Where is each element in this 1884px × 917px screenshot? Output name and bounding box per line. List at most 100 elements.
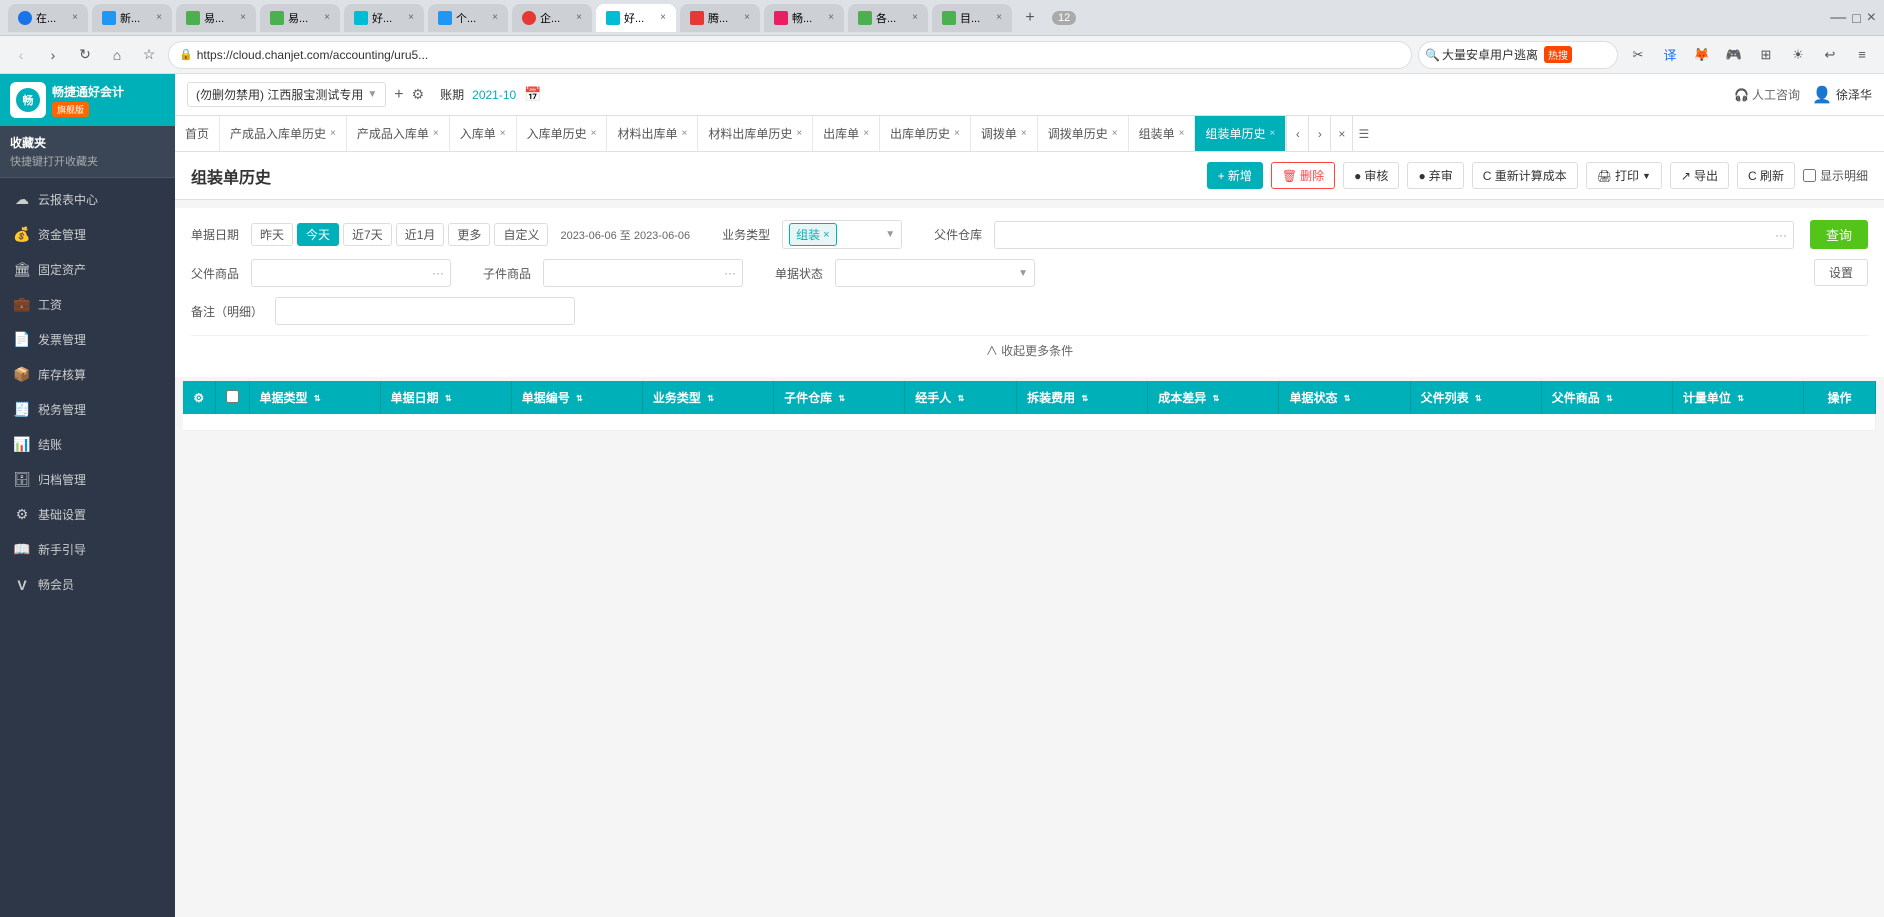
refresh-browser-button[interactable]: ↻ [72, 42, 98, 68]
browser-tab-10[interactable]: 各... × [848, 4, 928, 32]
back-button[interactable]: ‹ [8, 42, 34, 68]
tab-close-assembly[interactable]: × [1179, 128, 1185, 139]
game-icon[interactable]: 🎮 [1720, 41, 1748, 69]
child-goods-dots[interactable]: ··· [724, 266, 736, 280]
sidebar-item-payroll[interactable]: 💼 工资 [0, 287, 175, 322]
sort-biz-type-icon[interactable]: ⇅ [707, 395, 714, 403]
page-tab-transfer[interactable]: 调拨单 × [971, 116, 1038, 152]
sidebar-item-cloud-reports[interactable]: ☁ 云报表中心 [0, 182, 175, 217]
browser-tab-8[interactable]: 腾... × [680, 4, 760, 32]
sidebar-item-fund[interactable]: 💰 资金管理 [0, 217, 175, 252]
more-date-btn[interactable]: 更多 [448, 223, 490, 246]
window-close-btn[interactable]: × [1867, 9, 1876, 27]
tabs-next-btn[interactable]: › [1308, 116, 1330, 152]
custom-date-btn[interactable]: 自定义 [494, 223, 548, 246]
tab-close-5[interactable]: × [492, 12, 498, 23]
forward-button[interactable]: › [40, 42, 66, 68]
tab-close-0[interactable]: × [72, 12, 78, 23]
tab-close-10[interactable]: × [912, 12, 918, 23]
browser-tab-2[interactable]: 易... × [176, 4, 256, 32]
sidebar-item-closing[interactable]: 📊 结账 [0, 427, 175, 462]
tab-close-4[interactable]: × [408, 12, 414, 23]
calendar-icon[interactable]: 📅 [524, 86, 541, 103]
yesterday-btn[interactable]: 昨天 [251, 223, 293, 246]
browser-tab-5[interactable]: 个... × [428, 4, 508, 32]
window-maximize-btn[interactable]: □ [1852, 10, 1860, 26]
parent-goods-dots[interactable]: ··· [432, 266, 444, 280]
sort-cost-diff-icon[interactable]: ⇅ [1213, 395, 1220, 403]
sidebar-item-tax[interactable]: 🧾 税务管理 [0, 392, 175, 427]
abandon-button[interactable]: ● 弃审 [1407, 162, 1463, 189]
tab-close-out[interactable]: × [863, 128, 869, 139]
tab-close-9[interactable]: × [828, 12, 834, 23]
tabs-close-btn[interactable]: × [1330, 116, 1352, 152]
table-header-checkbox[interactable] [215, 381, 249, 414]
sort-status-icon[interactable]: ⇅ [1344, 395, 1351, 403]
tab-close-out-history[interactable]: × [954, 128, 960, 139]
page-tab-assembly[interactable]: 组装单 × [1129, 116, 1196, 152]
sidebar-item-member[interactable]: V 畅会员 [0, 567, 175, 602]
page-tab-material-out-history[interactable]: 材料出库单历史 × [698, 116, 813, 152]
refresh-button[interactable]: C 刷新 [1737, 162, 1795, 189]
sidebar-item-invoice[interactable]: 📄 发票管理 [0, 322, 175, 357]
emoji-icon[interactable]: 🦊 [1688, 41, 1716, 69]
page-tab-home[interactable]: 首页 [175, 116, 220, 152]
tab-close-8[interactable]: × [744, 12, 750, 23]
sort-handler-icon[interactable]: ⇅ [958, 395, 965, 403]
page-tab-out[interactable]: 出库单 × [813, 116, 880, 152]
note-input[interactable] [275, 297, 575, 325]
browser-tab-1[interactable]: 新... × [92, 4, 172, 32]
browser-tab-3[interactable]: 易... × [260, 4, 340, 32]
show-detail-label[interactable]: 显示明细 [1803, 167, 1868, 184]
tab-close-transfer[interactable]: × [1021, 128, 1027, 139]
tabs-prev-btn[interactable]: ‹ [1286, 116, 1308, 152]
sidebar-item-settings[interactable]: ⚙ 基础设置 [0, 497, 175, 532]
browser-tab-9[interactable]: 畅... × [764, 4, 844, 32]
show-detail-checkbox[interactable] [1803, 169, 1816, 182]
sidebar-item-fixed-assets[interactable]: 🏛 固定资产 [0, 252, 175, 287]
period-value[interactable]: 2021-10 [472, 88, 516, 102]
parent-warehouse-dots[interactable]: ··· [1775, 228, 1787, 242]
translate-icon[interactable]: 译 [1656, 41, 1684, 69]
tab-close-11[interactable]: × [996, 12, 1002, 23]
today-btn[interactable]: 今天 [297, 223, 339, 246]
tab-close-finished-in[interactable]: × [433, 128, 439, 139]
grid-icon[interactable]: ⊞ [1752, 41, 1780, 69]
page-tab-finished-in-history[interactable]: 产成品入库单历史 × [220, 116, 347, 152]
address-bar[interactable]: 🔒 https://cloud.chanjet.com/accounting/u… [168, 41, 1412, 69]
child-goods-input[interactable]: ··· [543, 259, 743, 287]
tab-close-1[interactable]: × [156, 12, 162, 23]
page-tab-assembly-history[interactable]: 组装单历史 × [1195, 116, 1286, 152]
tab-close-assembly-history[interactable]: × [1269, 128, 1275, 139]
page-tab-out-history[interactable]: 出库单历史 × [880, 116, 971, 152]
bookmark-button[interactable]: ☆ [136, 42, 162, 68]
month-btn[interactable]: 近1月 [396, 223, 445, 246]
tab-close-2[interactable]: × [240, 12, 246, 23]
page-tab-in-order[interactable]: 入库单 × [450, 116, 517, 152]
browser-tab-label-0[interactable]: 在... [36, 10, 56, 26]
plus-icon[interactable]: + [394, 86, 403, 104]
favorites-subtitle[interactable]: 快捷键打开收藏夹 [10, 153, 165, 169]
page-tab-material-out[interactable]: 材料出库单 × [607, 116, 698, 152]
brightness-icon[interactable]: ☀ [1784, 41, 1812, 69]
sort-child-warehouse-icon[interactable]: ⇅ [838, 395, 845, 403]
sort-unit-icon[interactable]: ⇅ [1737, 395, 1744, 403]
page-tab-transfer-history[interactable]: 调拨单历史 × [1038, 116, 1129, 152]
column-settings-icon[interactable]: ⚙ [193, 391, 204, 405]
menu-icon[interactable]: ≡ [1848, 41, 1876, 69]
gear-icon[interactable]: ⚙ [412, 86, 425, 103]
window-minimize-btn[interactable]: — [1830, 9, 1846, 27]
export-button[interactable]: ↗ 导出 [1670, 162, 1729, 189]
sidebar-item-inventory[interactable]: 📦 库存核算 [0, 357, 175, 392]
collapse-button[interactable]: ∧ 收起更多条件 [191, 335, 1868, 365]
tab-close-in-history[interactable]: × [591, 128, 597, 139]
page-tab-in-history[interactable]: 入库单历史 × [517, 116, 608, 152]
audit-button[interactable]: ● 审核 [1343, 162, 1399, 189]
sort-parent-list-icon[interactable]: ⇅ [1475, 395, 1482, 403]
user-info[interactable]: 👤 徐泽华 [1812, 85, 1872, 105]
home-button[interactable]: ⌂ [104, 42, 130, 68]
tab-close-3[interactable]: × [324, 12, 330, 23]
sort-fee-icon[interactable]: ⇅ [1082, 395, 1089, 403]
browser-tab-7[interactable]: 好... × [596, 4, 676, 32]
tab-close-6[interactable]: × [576, 12, 582, 23]
